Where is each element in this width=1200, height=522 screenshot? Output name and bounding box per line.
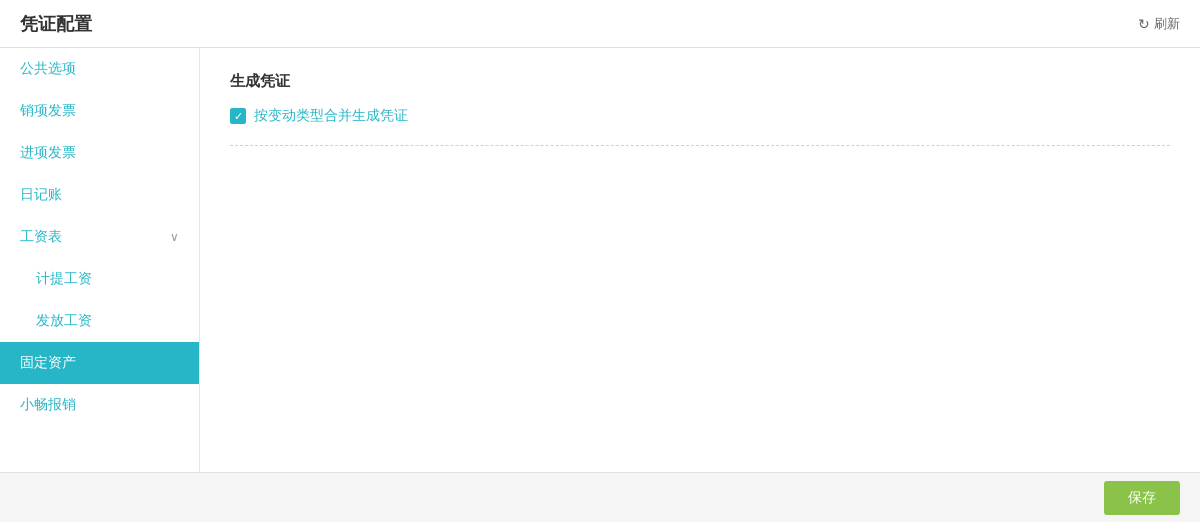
sidebar-item-fixed-assets[interactable]: 固定资产 <box>0 342 199 384</box>
footer: 保存 <box>0 472 1200 522</box>
sidebar-item-payroll-calculate[interactable]: 计提工资 <box>0 258 199 300</box>
refresh-button[interactable]: ↻ 刷新 <box>1138 15 1180 33</box>
sidebar-item-label: 进项发票 <box>20 144 76 162</box>
merge-voucher-checkbox[interactable]: ✓ <box>230 108 246 124</box>
sidebar-item-label: 日记账 <box>20 186 62 204</box>
sidebar-item-expense-reimbursement[interactable]: 小畅报销 <box>0 384 199 426</box>
sidebar-item-label: 发放工资 <box>36 312 92 330</box>
main-layout: 公共选项销项发票进项发票日记账工资表 ∨ 计提工资发放工资固定资产小畅报销 生成凭证… <box>0 48 1200 472</box>
sidebar-item-label: 小畅报销 <box>20 396 76 414</box>
merge-voucher-row: ✓ 按变动类型合并生成凭证 <box>230 107 1170 125</box>
sidebar-item-label: 计提工资 <box>36 270 92 288</box>
sidebar-item-purchase-invoice[interactable]: 进项发票 <box>0 132 199 174</box>
sidebar-item-payroll-table[interactable]: 工资表 ∨ <box>0 216 199 258</box>
sidebar-item-label: 固定资产 <box>20 354 76 372</box>
save-button[interactable]: 保存 <box>1104 481 1180 515</box>
sidebar-item-label: 工资表 <box>20 228 62 246</box>
sidebar-item-label: 销项发票 <box>20 102 76 120</box>
sidebar-item-journal[interactable]: 日记账 <box>0 174 199 216</box>
sidebar-item-payroll-distribute[interactable]: 发放工资 <box>0 300 199 342</box>
sidebar-item-sales-invoice[interactable]: 销项发票 <box>0 90 199 132</box>
sidebar: 公共选项销项发票进项发票日记账工资表 ∨ 计提工资发放工资固定资产小畅报销 <box>0 48 200 472</box>
merge-voucher-label: 按变动类型合并生成凭证 <box>254 107 408 125</box>
header: 凭证配置 ↻ 刷新 <box>0 0 1200 48</box>
sidebar-item-label: 公共选项 <box>20 60 76 78</box>
chevron-down-icon: ∨ <box>170 230 179 244</box>
sidebar-item-public-options[interactable]: 公共选项 <box>0 48 199 90</box>
section-title: 生成凭证 <box>230 72 1170 91</box>
refresh-icon: ↻ <box>1138 16 1150 32</box>
content-area: 生成凭证 ✓ 按变动类型合并生成凭证 <box>200 48 1200 472</box>
page-title: 凭证配置 <box>20 12 92 36</box>
check-mark-icon: ✓ <box>234 111 243 122</box>
section-divider <box>230 145 1170 146</box>
refresh-label: 刷新 <box>1154 15 1180 33</box>
